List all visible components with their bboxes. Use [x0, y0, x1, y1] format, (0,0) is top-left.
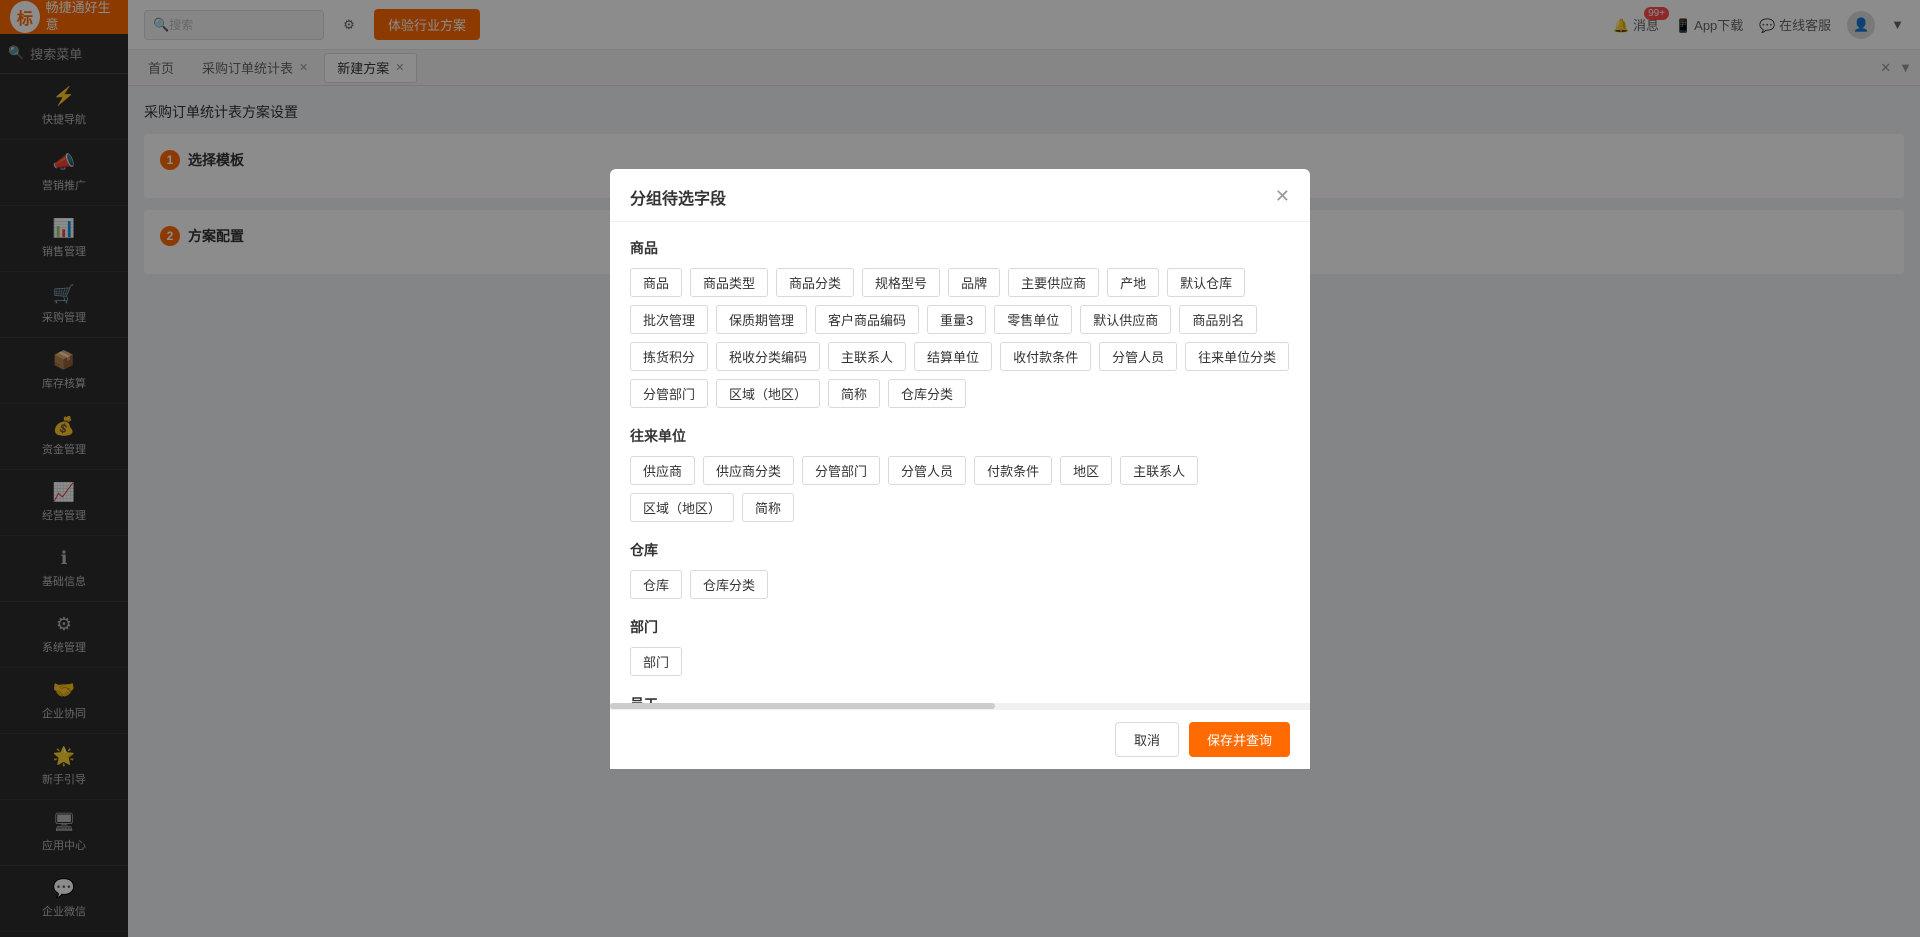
- field-tag-0-16[interactable]: 税收分类编码: [716, 342, 820, 371]
- field-tag-1-7[interactable]: 区域（地区）: [630, 493, 734, 522]
- field-tag-0-21[interactable]: 往来单位分类: [1185, 342, 1289, 371]
- field-tag-0-14[interactable]: 商品别名: [1179, 305, 1257, 334]
- field-section-2: 仓库仓库仓库分类: [630, 540, 1290, 599]
- modal-overlay: 分组待选字段 ✕ 商品商品商品类型商品分类规格型号品牌主要供应商产地默认仓库批次…: [0, 0, 1920, 937]
- field-tag-0-12[interactable]: 零售单位: [994, 305, 1072, 334]
- modal-title: 分组待选字段: [630, 185, 726, 209]
- field-tag-0-22[interactable]: 分管部门: [630, 379, 708, 408]
- field-tags-0: 商品商品类型商品分类规格型号品牌主要供应商产地默认仓库批次管理保质期管理客户商品…: [630, 268, 1290, 408]
- field-section-3: 部门部门: [630, 617, 1290, 676]
- field-tag-0-10[interactable]: 客户商品编码: [815, 305, 919, 334]
- section-label-4: 员工: [630, 694, 1290, 703]
- field-section-1: 往来单位供应商供应商分类分管部门分管人员付款条件地区主联系人区域（地区） 简称: [630, 426, 1290, 522]
- field-tag-0-25[interactable]: 仓库分类: [888, 379, 966, 408]
- field-tag-0-24[interactable]: 简称: [828, 379, 880, 408]
- section-label-2: 仓库: [630, 540, 1290, 560]
- field-tags-3: 部门: [630, 647, 1290, 676]
- field-tag-2-0[interactable]: 仓库: [630, 570, 682, 599]
- section-label-1: 往来单位: [630, 426, 1290, 446]
- field-tag-0-9[interactable]: 保质期管理: [716, 305, 807, 334]
- field-tag-0-7[interactable]: 默认仓库: [1167, 268, 1245, 297]
- field-tag-0-15[interactable]: 拣货积分: [630, 342, 708, 371]
- field-section-4: 员工业务员: [630, 694, 1290, 703]
- modal-footer: 取消 保存并查询: [610, 709, 1310, 769]
- field-tag-0-2[interactable]: 商品分类: [776, 268, 854, 297]
- section-label-3: 部门: [630, 617, 1290, 637]
- field-tag-0-0[interactable]: 商品: [630, 268, 682, 297]
- field-tag-1-0[interactable]: 供应商: [630, 456, 695, 485]
- field-tag-0-1[interactable]: 商品类型: [690, 268, 768, 297]
- field-tag-0-23[interactable]: 区域（地区）: [716, 379, 820, 408]
- field-tag-0-19[interactable]: 收付款条件: [1000, 342, 1091, 371]
- field-tag-0-6[interactable]: 产地: [1107, 268, 1159, 297]
- cancel-button[interactable]: 取消: [1115, 722, 1179, 757]
- field-select-modal: 分组待选字段 ✕ 商品商品商品类型商品分类规格型号品牌主要供应商产地默认仓库批次…: [610, 169, 1310, 769]
- field-tag-0-5[interactable]: 主要供应商: [1008, 268, 1099, 297]
- field-tag-0-18[interactable]: 结算单位: [914, 342, 992, 371]
- field-tag-0-3[interactable]: 规格型号: [862, 268, 940, 297]
- field-section-0: 商品商品商品类型商品分类规格型号品牌主要供应商产地默认仓库批次管理保质期管理客户…: [630, 238, 1290, 408]
- field-tag-3-0[interactable]: 部门: [630, 647, 682, 676]
- field-tags-1: 供应商供应商分类分管部门分管人员付款条件地区主联系人区域（地区） 简称: [630, 456, 1290, 522]
- field-tag-1-5[interactable]: 地区: [1060, 456, 1112, 485]
- field-tag-1-1[interactable]: 供应商分类: [703, 456, 794, 485]
- field-tag-1-2[interactable]: 分管部门: [802, 456, 880, 485]
- field-tag-0-13[interactable]: 默认供应商: [1080, 305, 1171, 334]
- field-tag-1-4[interactable]: 付款条件: [974, 456, 1052, 485]
- field-tag-0-4[interactable]: 品牌: [948, 268, 1000, 297]
- field-tag-1-3[interactable]: 分管人员: [888, 456, 966, 485]
- save-query-button[interactable]: 保存并查询: [1189, 722, 1290, 757]
- field-tag-1-6[interactable]: 主联系人: [1120, 456, 1198, 485]
- field-tags-2: 仓库仓库分类: [630, 570, 1290, 599]
- field-tag-0-8[interactable]: 批次管理: [630, 305, 708, 334]
- section-label-0: 商品: [630, 238, 1290, 258]
- modal-header: 分组待选字段 ✕: [610, 169, 1310, 222]
- field-tag-0-17[interactable]: 主联系人: [828, 342, 906, 371]
- modal-body: 商品商品商品类型商品分类规格型号品牌主要供应商产地默认仓库批次管理保质期管理客户…: [610, 222, 1310, 703]
- field-tag-0-11[interactable]: 重量3: [927, 305, 986, 334]
- field-tag-2-1[interactable]: 仓库分类: [690, 570, 768, 599]
- modal-close-btn[interactable]: ✕: [1275, 186, 1290, 207]
- field-tag-1-8[interactable]: 简称: [742, 493, 794, 522]
- field-tag-0-20[interactable]: 分管人员: [1099, 342, 1177, 371]
